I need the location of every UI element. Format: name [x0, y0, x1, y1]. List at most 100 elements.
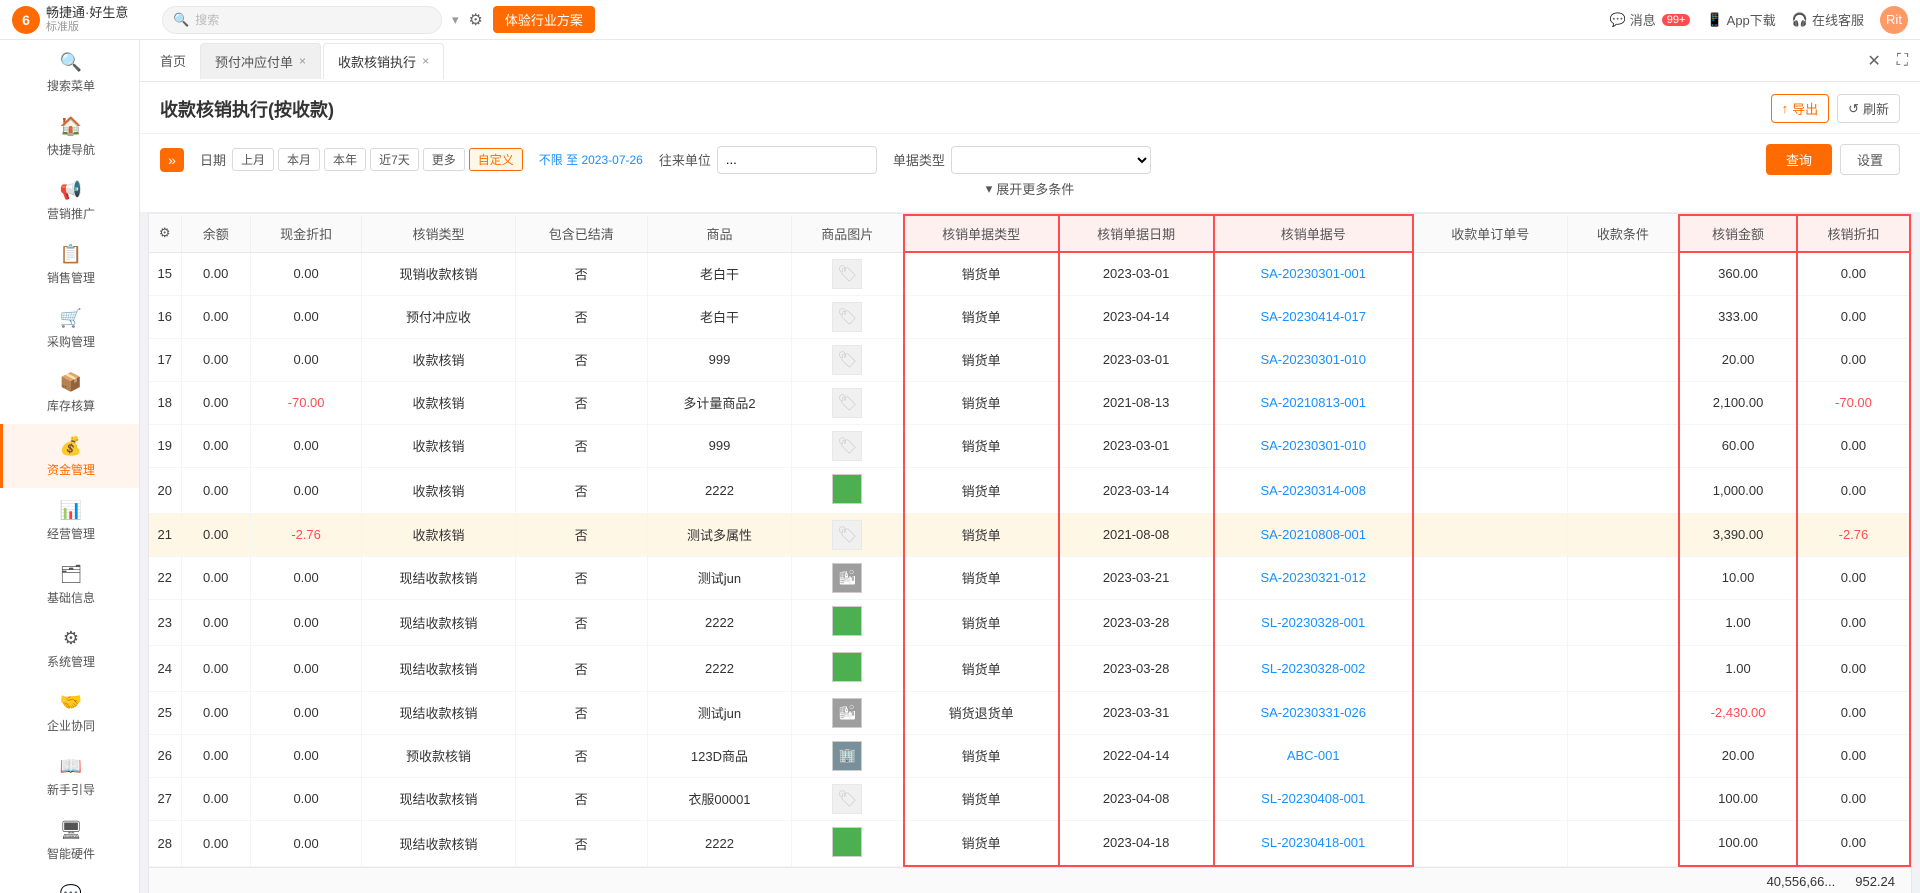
table-row: 28 0.00 0.00 现结收款核销 否 2222 销货单 2023-04-1… — [149, 820, 1910, 866]
filter-date-custom[interactable]: 自定义 — [469, 148, 523, 171]
td-verify-amount: 100.00 — [1679, 777, 1797, 820]
td-no: 24 — [149, 645, 181, 691]
verify-bill-no-link[interactable]: SA-20230301-010 — [1260, 438, 1366, 453]
td-balance: 0.00 — [181, 381, 250, 424]
goods-image — [832, 474, 862, 504]
expand-conditions-button[interactable]: ▾ 展开更多条件 — [986, 179, 1075, 198]
content-area: 首页 预付冲应付单 × 收款核销执行 × ✕ ⛶ 收款核销执行(按收款) ↑ 导… — [140, 40, 1920, 893]
td-goods: 测试jun — [647, 691, 791, 734]
td-cash-discount: 0.00 — [250, 777, 361, 820]
tab-verify-close[interactable]: × — [422, 54, 429, 68]
verify-bill-no-link[interactable]: SA-20230301-010 — [1260, 352, 1366, 367]
sidebar-item-system[interactable]: ⚙ 系统管理 — [0, 616, 139, 680]
sidebar-item-search[interactable]: 🔍 搜索菜单 — [0, 40, 139, 104]
td-verify-amount: 1.00 — [1679, 599, 1797, 645]
filter-date-last-month[interactable]: 上月 — [232, 148, 274, 171]
sidebar-item-purchase[interactable]: 🛒 采购管理 — [0, 296, 139, 360]
sidebar-item-enterprise[interactable]: 🤝 企业协同 — [0, 680, 139, 744]
th-verify-amount: 核销金额 — [1679, 215, 1797, 252]
tab-home[interactable]: 首页 — [148, 43, 198, 78]
sidebar-label-guide: 新手引导 — [47, 781, 95, 798]
td-include-settled: 否 — [515, 645, 647, 691]
td-verify-type: 现结收款核销 — [362, 645, 515, 691]
filter-date-7days[interactable]: 近7天 — [370, 148, 419, 171]
td-receipt-condition — [1567, 381, 1679, 424]
verify-bill-no-link[interactable]: SA-20210813-001 — [1260, 395, 1366, 410]
td-goods-img — [791, 820, 903, 866]
filter-voucher-type-item: 单据类型 — [893, 146, 1151, 174]
sidebar-item-wechat[interactable]: 💬 企业微信 — [0, 872, 139, 893]
topbar-chevron-icon[interactable]: ▾ — [452, 12, 459, 28]
filter-date-range-item: 不限 至 2023-07-26 — [539, 151, 643, 168]
tab-close-all-btn[interactable]: ✕ — [1863, 47, 1884, 75]
sidebar-item-quicknav[interactable]: 🏠 快捷导航 — [0, 104, 139, 168]
logo: 6 畅捷通·好生意 标准版 — [12, 5, 152, 34]
verify-bill-no-link[interactable]: SA-20230321-012 — [1260, 570, 1366, 585]
query-button[interactable]: 查询 — [1766, 144, 1832, 175]
verify-bill-no-link[interactable]: SA-20230331-026 — [1260, 705, 1366, 720]
td-goods: 2222 — [647, 599, 791, 645]
td-receipt-condition — [1567, 645, 1679, 691]
settings-button[interactable]: 设置 — [1840, 144, 1900, 175]
sidebar-label-search: 搜索菜单 — [47, 77, 95, 94]
sidebar-item-guide[interactable]: 📖 新手引导 — [0, 744, 139, 808]
td-goods-img — [791, 599, 903, 645]
tab-maximize-btn[interactable]: ⛶ — [1893, 47, 1912, 75]
enterprise-icon: 🤝 — [60, 692, 82, 713]
topbar-right: 💬 消息 99+ 📱 App下载 🎧 在线客服 Rit — [1610, 6, 1908, 34]
td-include-settled: 否 — [515, 599, 647, 645]
verify-bill-no-link[interactable]: SA-20230301-001 — [1260, 266, 1366, 281]
table-footer: 40,556,66... 952.24 — [149, 867, 1911, 893]
online-service-item[interactable]: 🎧 在线客服 — [1792, 10, 1864, 29]
td-verify-bill-date: 2023-03-21 — [1059, 556, 1214, 599]
filter-date-more[interactable]: 更多 — [423, 148, 465, 171]
app-icon: 📱 — [1706, 12, 1722, 28]
table-row: 20 0.00 0.00 收款核销 否 2222 销货单 2023-03-14 … — [149, 467, 1910, 513]
filter-date-this-year[interactable]: 本年 — [324, 148, 366, 171]
trial-button[interactable]: 体验行业方案 — [493, 6, 595, 33]
page-title: 收款核销执行(按收款) — [160, 96, 334, 132]
verify-bill-no-link[interactable]: SA-20230414-017 — [1260, 309, 1366, 324]
td-balance: 0.00 — [181, 777, 250, 820]
td-goods: 衣服00001 — [647, 777, 791, 820]
filter-date-this-month[interactable]: 本月 — [278, 148, 320, 171]
app-download-item[interactable]: 📱 App下载 — [1706, 10, 1775, 29]
verify-bill-no-link[interactable]: SL-20230328-001 — [1261, 615, 1365, 630]
messages-item[interactable]: 💬 消息 99+ — [1610, 10, 1691, 29]
goods-image — [832, 827, 862, 857]
verify-bill-no-link[interactable]: SA-20210808-001 — [1260, 527, 1366, 542]
td-verify-bill-no: SL-20230328-002 — [1214, 645, 1413, 691]
sidebar-item-marketing[interactable]: 📢 营销推广 — [0, 168, 139, 232]
sidebar-item-basic[interactable]: 🗂 基础信息 — [0, 552, 139, 616]
verify-bill-no-link[interactable]: SL-20230408-001 — [1261, 791, 1365, 806]
topbar-search[interactable]: 🔍 搜索 — [162, 6, 442, 34]
td-include-settled: 否 — [515, 691, 647, 734]
topbar-gear-icon[interactable]: ⚙ — [469, 10, 483, 30]
td-no: 21 — [149, 513, 181, 556]
tab-prepay-close[interactable]: × — [299, 54, 306, 68]
tabs-bar: 首页 预付冲应付单 × 收款核销执行 × ✕ ⛶ — [140, 40, 1920, 82]
filter-date-range: 不限 至 2023-07-26 — [539, 151, 643, 168]
sidebar-item-inventory[interactable]: 📦 库存核算 — [0, 360, 139, 424]
sidebar-item-sales[interactable]: 📋 销售管理 — [0, 232, 139, 296]
sidebar-item-finance[interactable]: 💰 资金管理 — [0, 424, 139, 488]
sidebar-item-operation[interactable]: 📊 经营管理 — [0, 488, 139, 552]
sidebar-item-hardware[interactable]: 🖥 智能硬件 — [0, 808, 139, 872]
tab-prepay[interactable]: 预付冲应付单 × — [200, 43, 321, 79]
user-avatar[interactable]: Rit — [1880, 6, 1908, 34]
verify-bill-no-link[interactable]: SL-20230418-001 — [1261, 835, 1365, 850]
td-receipt-order-no — [1413, 513, 1567, 556]
th-gear[interactable]: ⚙ — [149, 215, 181, 252]
td-verify-discount: 0.00 — [1797, 777, 1910, 820]
td-verify-type: 收款核销 — [362, 424, 515, 467]
filter-expand-button[interactable]: » — [160, 148, 184, 172]
tab-verify[interactable]: 收款核销执行 × — [323, 43, 444, 79]
filter-voucher-type-select[interactable] — [951, 146, 1151, 174]
verify-bill-no-link[interactable]: SA-20230314-008 — [1260, 483, 1366, 498]
td-balance: 0.00 — [181, 252, 250, 295]
verify-bill-no-link[interactable]: ABC-001 — [1287, 748, 1340, 763]
filter-counterparty-input[interactable] — [717, 146, 877, 174]
refresh-button[interactable]: ↺ 刷新 — [1837, 94, 1900, 123]
verify-bill-no-link[interactable]: SL-20230328-002 — [1261, 661, 1365, 676]
export-button[interactable]: ↑ 导出 — [1771, 94, 1830, 123]
